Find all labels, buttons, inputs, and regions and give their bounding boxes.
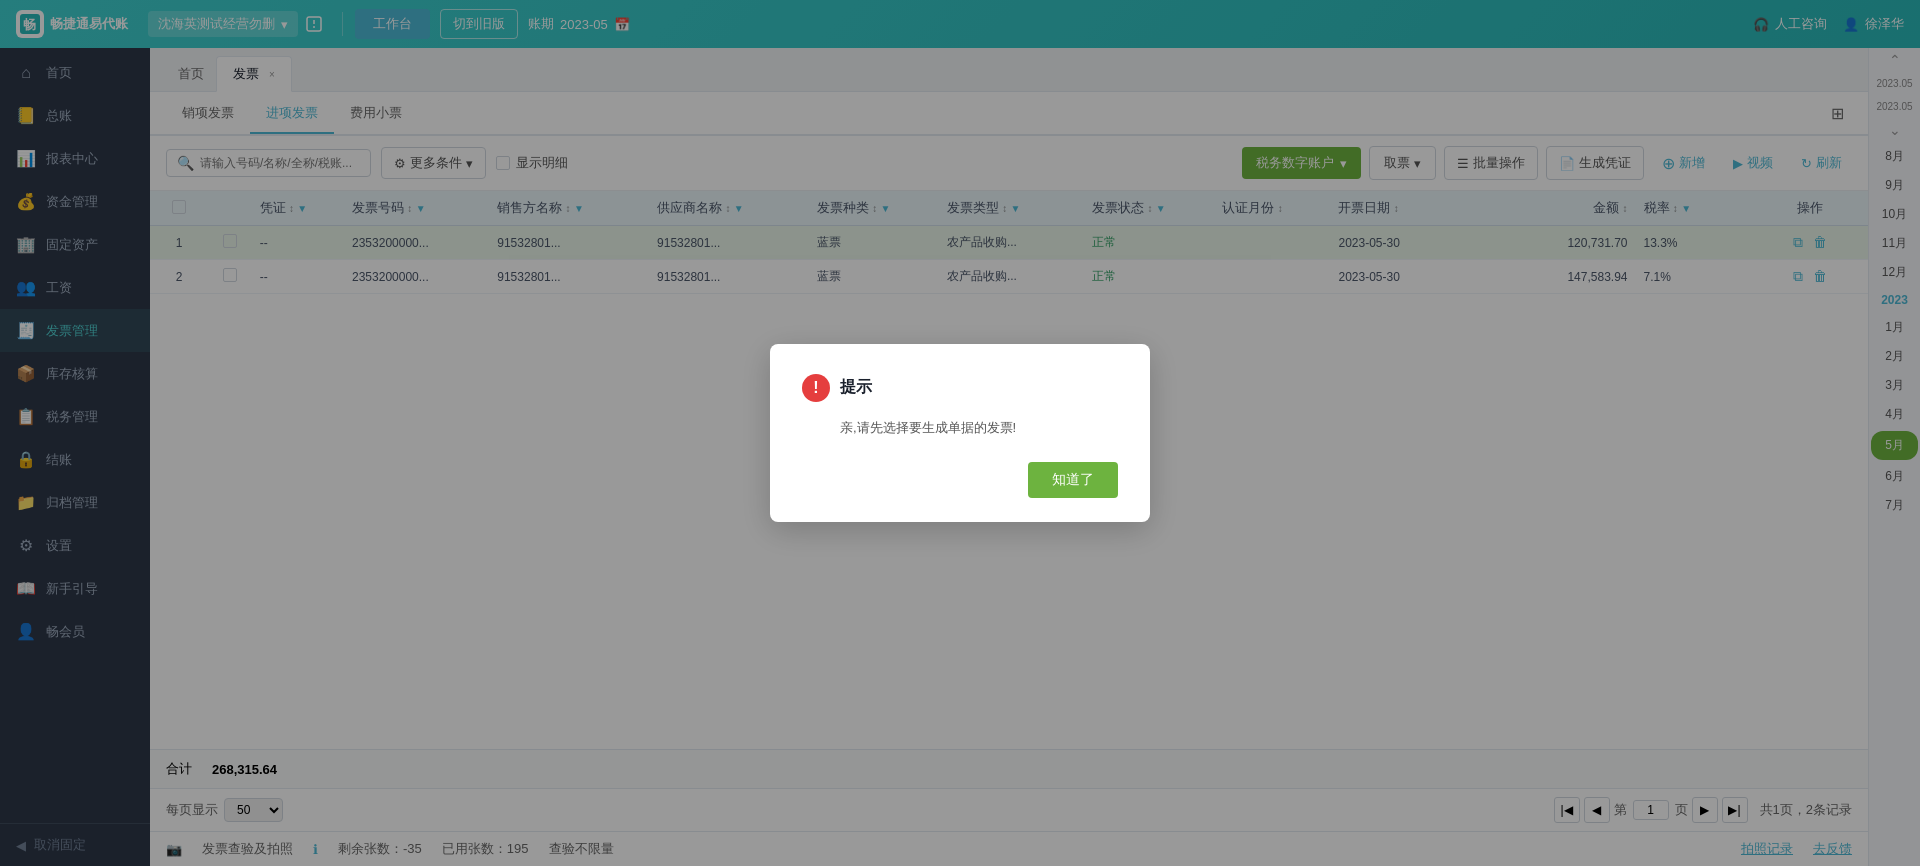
dialog-title: 提示 xyxy=(840,377,872,398)
dialog-error-icon: ! xyxy=(802,374,830,402)
dialog-footer: 知道了 xyxy=(802,462,1118,498)
alert-dialog: ! 提示 亲,请先选择要生成单据的发票! 知道了 xyxy=(770,344,1150,523)
dialog-overlay: ! 提示 亲,请先选择要生成单据的发票! 知道了 xyxy=(0,0,1920,866)
dialog-title-row: ! 提示 xyxy=(802,374,1118,402)
dialog-message: 亲,请先选择要生成单据的发票! xyxy=(802,418,1118,439)
dialog-confirm-button[interactable]: 知道了 xyxy=(1028,462,1118,498)
